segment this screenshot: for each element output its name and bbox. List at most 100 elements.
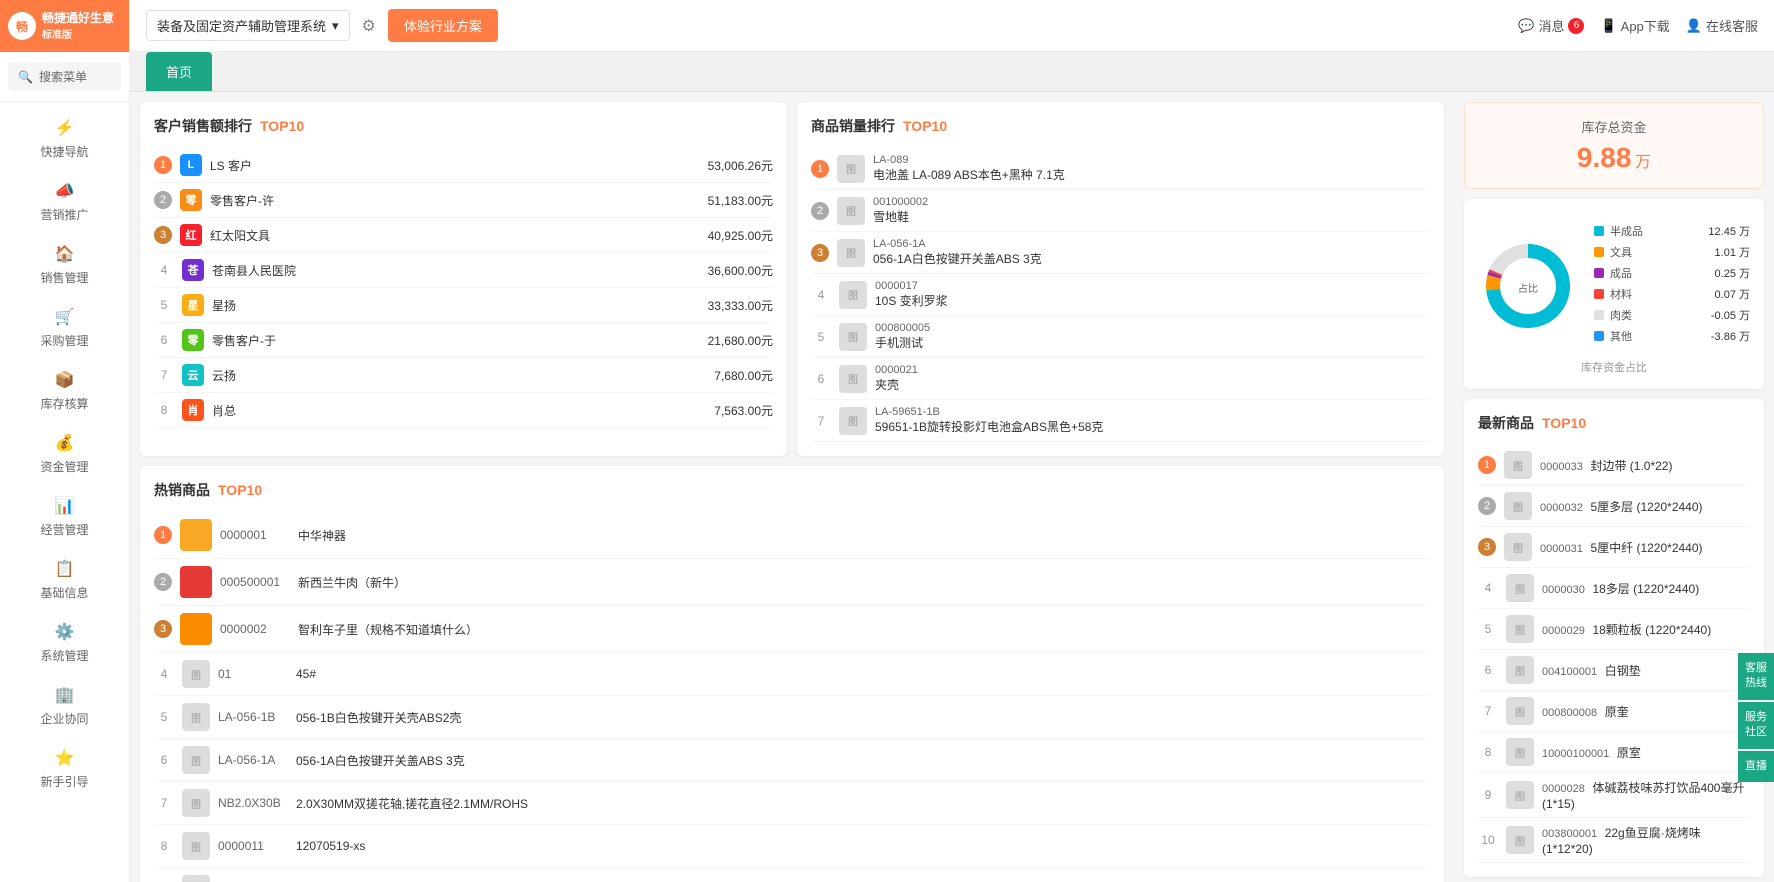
product-image: 图: [1504, 492, 1532, 520]
rank-row: 3 图 LA-056-1A 056-1A白色按键开关盖ABS 3克: [811, 232, 1430, 274]
product-image: 图: [1506, 697, 1534, 725]
product-image: 图: [839, 407, 867, 435]
new-prod-row: 4 图 0000030 18多层 (1220*2440): [1478, 568, 1750, 609]
service-community-button[interactable]: 服务社区: [1738, 702, 1774, 749]
sidebar-search-area: 🔍 搜索菜单: [0, 52, 129, 102]
sidebar-menu: ⚡ 快捷导航 📣 营销推广 🏠 销售管理 🛒 采购管理 📦 库存核算 💰 资金管…: [0, 102, 129, 882]
rank-number: 10: [1478, 833, 1498, 847]
new-prod-row: 10 图 003800001 22g鱼豆腐·烧烤味 (1*12*20): [1478, 818, 1750, 863]
rank-row: 7 云 云扬 7,680.00元: [154, 358, 773, 393]
rank-avatar: 红: [180, 224, 202, 246]
sidebar-item-purchase[interactable]: 🛒 采购管理: [0, 296, 129, 359]
product-image: 图: [182, 660, 210, 688]
rank-row: 6 图 0000021 夹壳: [811, 358, 1430, 400]
sidebar-item-quick-nav[interactable]: ⚡ 快捷导航: [0, 107, 129, 170]
rank-name: LS 客户: [210, 157, 700, 174]
product-image: 图: [1506, 738, 1534, 766]
corp-icon: 🏢: [54, 684, 76, 706]
product-image: 图: [837, 155, 865, 183]
product-name: 手机测试: [875, 334, 1430, 351]
live-streaming-button[interactable]: 直播: [1738, 751, 1774, 782]
rank-name: 星扬: [212, 297, 700, 314]
search-menu-button[interactable]: 🔍 搜索菜单: [8, 62, 121, 91]
product-name: 白钢垫: [1605, 664, 1641, 678]
hot-prod-row: 6 图 LA-056-1A 056-1A白色按键开关盖ABS 3克: [154, 739, 1430, 782]
rank-row: 3 红 红太阳文具 40,925.00元: [154, 218, 773, 253]
sidebar-item-sales[interactable]: 🏠 销售管理: [0, 233, 129, 296]
quick-nav-icon: ⚡: [54, 117, 76, 139]
svg-text:占比: 占比: [1518, 282, 1538, 295]
rank-name: 零售客户-于: [212, 332, 700, 349]
product-image: 图: [1506, 656, 1534, 684]
product-name: 59651-1B旋转投影灯电池盒ABS黑色+58克: [875, 418, 1430, 435]
legend-item: 其他 -3.86 万: [1594, 328, 1750, 344]
tab-home[interactable]: 首页: [146, 52, 212, 91]
inventory-total-value-row: 9.88 万: [1479, 142, 1749, 174]
rank-value: 7,680.00元: [714, 367, 773, 384]
new-prod-row: 6 图 004100001 白钢垫: [1478, 650, 1750, 691]
product-code: LA-056-1A: [873, 238, 1430, 250]
sidebar-item-inventory[interactable]: 📦 库存核算: [0, 359, 129, 422]
hot-prod-row: 8 图 0000011 12070519-xs: [154, 825, 1430, 868]
sales-icon: 🏠: [54, 243, 76, 265]
sidebar-item-corp[interactable]: 🏢 企业协同: [0, 674, 129, 737]
settings-icon[interactable]: ⚙: [362, 16, 376, 36]
new-prod-row: 3 图 0000031 5厘中纤 (1220*2440): [1478, 527, 1750, 568]
product-image: 图: [1506, 781, 1534, 809]
rank-number: 7: [811, 414, 831, 428]
rank-number: 4: [1478, 581, 1498, 595]
product-image: 图: [182, 789, 210, 817]
product-image: 图: [182, 703, 210, 731]
rank-number: 4: [811, 288, 831, 302]
legend-dot: [1594, 247, 1604, 257]
app-download-button[interactable]: 📱 App下载: [1600, 16, 1669, 35]
product-code: LA-089: [873, 154, 1430, 166]
rank-number: 1: [811, 160, 829, 178]
sidebar-item-basic[interactable]: 📋 基础信息: [0, 548, 129, 611]
rank-name: 苍南县人民医院: [212, 262, 700, 279]
rank-number: 5: [154, 710, 174, 724]
hot-products-card: 热销商品 TOP10 1 0000001 中华神器 2 000500001 新西…: [140, 466, 1444, 882]
sidebar-item-guide[interactable]: ⭐ 新手引导: [0, 737, 129, 800]
product-name: 电池盖 LA-089 ABS本色+黑种 7.1克: [873, 166, 1430, 183]
product-name: 雪地鞋: [873, 208, 1430, 225]
product-image: 图: [1506, 826, 1534, 854]
rank-number: 6: [154, 333, 174, 347]
customer-rank-list: 1 L LS 客户 53,006.26元 2 零 零售客户-许 51,183.0…: [154, 148, 773, 428]
new-products-card: 最新商品 TOP10 1 图 0000033 封边带 (1.0*22) 2: [1464, 399, 1764, 877]
basic-icon: 📋: [54, 558, 76, 580]
hot-prod-row: 9 图 KK-SD22110H 花语萌恒温分罐罐袋（厚款）: [154, 868, 1430, 882]
online-service-button[interactable]: 👤 在线客服: [1686, 16, 1758, 35]
sidebar-item-marketing[interactable]: 📣 营销推广: [0, 170, 129, 233]
product-code: 0000033: [1540, 461, 1583, 473]
rank-number: 8: [154, 403, 174, 417]
sidebar-item-system[interactable]: ⚙️ 系统管理: [0, 611, 129, 674]
rank-row: 7 图 LA-59651-1B 59651-1B旋转投影灯电池盒ABS黑色+58…: [811, 400, 1430, 442]
rank-name: 红太阳文具: [210, 227, 700, 244]
sidebar-item-operations[interactable]: 📊 经营管理: [0, 485, 129, 548]
product-code: 003800001: [1542, 828, 1597, 840]
customer-service-hotline-button[interactable]: 客服热线: [1738, 653, 1774, 700]
rank-number: 2: [1478, 497, 1496, 515]
product-code: 0000029: [1542, 625, 1585, 637]
rank-number: 2: [811, 202, 829, 220]
message-button[interactable]: 💬 消息 6: [1518, 16, 1584, 35]
system-selector[interactable]: 装备及固定资产辅助管理系统 ▾: [146, 10, 350, 41]
finance-icon: 💰: [54, 432, 76, 454]
product-name: 5厘多层 (1220*2440): [1590, 500, 1702, 514]
product-image: 图: [837, 239, 865, 267]
product-name: 封边带 (1.0*22): [1590, 459, 1672, 473]
hot-products-title: 热销商品 TOP10: [154, 480, 1430, 500]
product-code: 0000021: [875, 364, 1430, 376]
message-icon: 💬: [1518, 18, 1534, 34]
sidebar-item-finance[interactable]: 💰 资金管理: [0, 422, 129, 485]
rank-number: 3: [154, 226, 172, 244]
legend-dot: [1594, 268, 1604, 278]
new-prod-row: 2 图 0000032 5厘多层 (1220*2440): [1478, 486, 1750, 527]
trial-button[interactable]: 体验行业方案: [388, 9, 498, 42]
rank-value: 53,006.26元: [708, 157, 773, 174]
chevron-down-icon: ▾: [332, 18, 339, 34]
marketing-icon: 📣: [54, 180, 76, 202]
sidebar: 畅 畅捷通好生意 标准版 🔍 搜索菜单 ⚡ 快捷导航 📣 营销推广 🏠 销售管理…: [0, 0, 130, 882]
rank-number: 6: [1478, 663, 1498, 677]
